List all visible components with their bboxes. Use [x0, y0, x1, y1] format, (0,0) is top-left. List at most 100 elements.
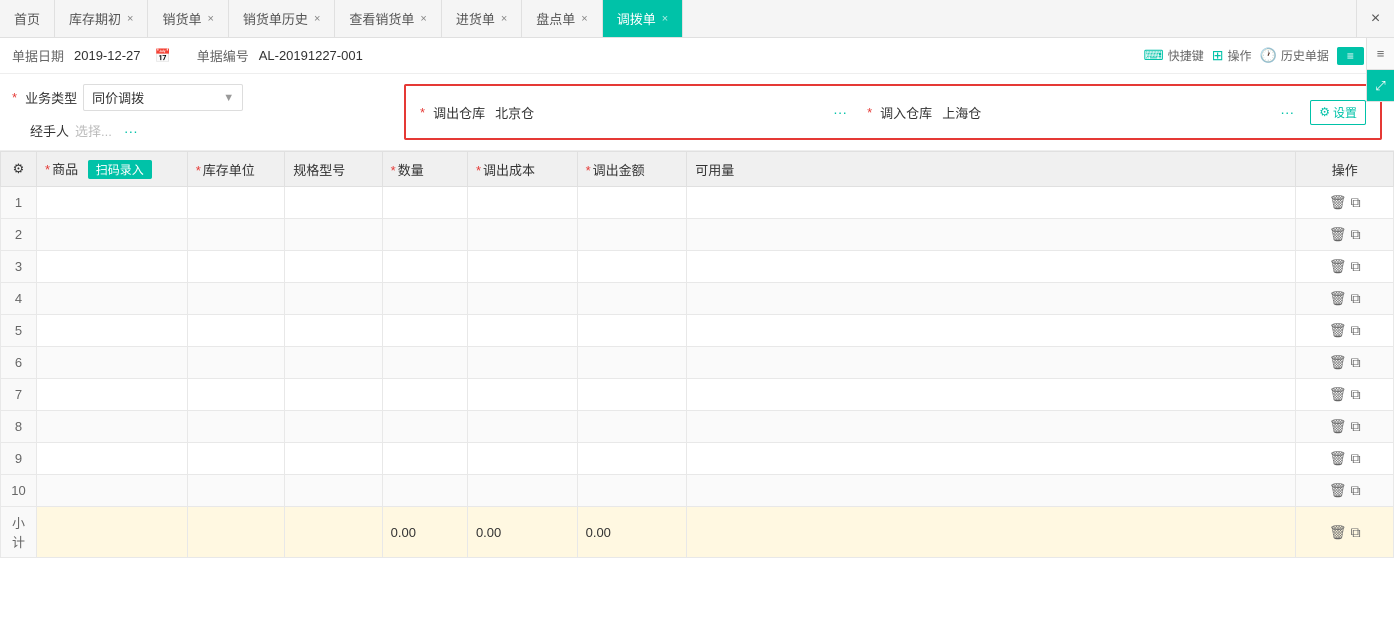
shortcuts-button[interactable]: ⌨ 快捷键	[1143, 47, 1203, 64]
sidebar-list-icon[interactable]: ≡	[1367, 38, 1394, 70]
tab-transfer[interactable]: 调拨单×	[603, 0, 683, 37]
tab-close-purchase-order[interactable]: ×	[501, 13, 507, 25]
amount-cell-8	[577, 411, 687, 443]
history-label: 历史单据	[1281, 47, 1329, 64]
warehouse-out-label: 调出仓库	[433, 103, 485, 122]
settings-button[interactable]: ⚙ 设置	[1310, 100, 1366, 125]
column-settings-icon[interactable]: ⚙	[13, 161, 25, 176]
goods-cell-1[interactable]	[37, 187, 188, 219]
scan-button[interactable]: 扫码录入	[88, 160, 152, 179]
delete-row-button-4[interactable]: 🗑	[1329, 290, 1347, 307]
amount-column-header: *调出金额	[577, 152, 687, 187]
copy-row-button-10[interactable]: ⧉	[1351, 482, 1361, 499]
delete-row-button-3[interactable]: 🗑	[1329, 258, 1347, 275]
copy-row-button-7[interactable]: ⧉	[1351, 386, 1361, 403]
unit-cell-5	[187, 315, 284, 347]
tab-close-stocktake[interactable]: ×	[581, 13, 587, 25]
copy-row-button-4[interactable]: ⧉	[1351, 290, 1361, 307]
amount-cell-1	[577, 187, 687, 219]
available-cell-1	[687, 187, 1296, 219]
delete-row-button-2[interactable]: 🗑	[1329, 226, 1347, 243]
amount-cell-10	[577, 475, 687, 507]
shortcuts-icon: ⌨	[1143, 47, 1163, 64]
tab-close-transfer[interactable]: ×	[662, 13, 668, 25]
unit-cell-11	[187, 507, 284, 558]
warehouse-out-more-icon[interactable]: ···	[833, 104, 847, 120]
tab-sales-order[interactable]: 销货单×	[148, 0, 228, 37]
tab-purchase-order[interactable]: 进货单×	[442, 0, 522, 37]
delete-row-button-1[interactable]: 🗑	[1329, 194, 1347, 211]
business-type-select[interactable]: 同价调拨 ▼	[83, 84, 243, 111]
copy-row-button-6[interactable]: ⧉	[1351, 354, 1361, 371]
goods-cell-9[interactable]	[37, 443, 188, 475]
copy-row-button-2[interactable]: ⧉	[1351, 226, 1361, 243]
tab-home[interactable]: 首页	[0, 0, 55, 37]
tab-close-view-sales[interactable]: ×	[420, 13, 426, 25]
tab-initial-stock[interactable]: 库存期初×	[55, 0, 148, 37]
table-header-row: ⚙ *商品 扫码录入 *库存单位 规格型号 *数量 *调出成本 *调出金额	[1, 152, 1394, 187]
calendar-icon[interactable]: 📅	[155, 48, 171, 64]
cost-cell-5	[467, 315, 577, 347]
copy-row-button-8[interactable]: ⧉	[1351, 418, 1361, 435]
delete-row-button-9[interactable]: 🗑	[1329, 450, 1347, 467]
available-cell-8	[687, 411, 1296, 443]
table-row: 3🗑⧉	[1, 251, 1394, 283]
operations-button[interactable]: ⊞ 操作	[1212, 47, 1252, 64]
sidebar-expand-icon[interactable]: ⤢	[1367, 70, 1394, 102]
delete-row-button-5[interactable]: 🗑	[1329, 322, 1347, 339]
delete-row-button-6[interactable]: 🗑	[1329, 354, 1347, 371]
shortcuts-label: 快捷键	[1168, 47, 1204, 64]
spec-cell-5	[285, 315, 382, 347]
row-number-4: 4	[1, 283, 37, 315]
delete-row-button-7[interactable]: 🗑	[1329, 386, 1347, 403]
goods-cell-4[interactable]	[37, 283, 188, 315]
tab-stocktake[interactable]: 盘点单×	[522, 0, 602, 37]
delete-row-button-10[interactable]: 🗑	[1329, 482, 1347, 499]
unit-cell-2	[187, 219, 284, 251]
copy-row-button-3[interactable]: ⧉	[1351, 258, 1361, 275]
tab-close-sales-order[interactable]: ×	[207, 13, 213, 25]
available-cell-5	[687, 315, 1296, 347]
history-button[interactable]: 🕐 历史单据	[1259, 47, 1328, 64]
warehouse-in-value[interactable]: 上海仓	[942, 103, 981, 122]
goods-cell-2[interactable]	[37, 219, 188, 251]
copy-row-button-11[interactable]: ⧉	[1351, 524, 1361, 541]
list-view-button[interactable]: ≡	[1337, 47, 1364, 65]
table-row: 1🗑⧉	[1, 187, 1394, 219]
unit-cell-6	[187, 347, 284, 379]
warehouse-in-more-icon[interactable]: ···	[1280, 104, 1294, 120]
tab-close-sales-history[interactable]: ×	[314, 13, 320, 25]
goods-cell-8[interactable]	[37, 411, 188, 443]
goods-cell-6[interactable]	[37, 347, 188, 379]
delete-row-button-8[interactable]: 🗑	[1329, 418, 1347, 435]
copy-row-button-9[interactable]: ⧉	[1351, 450, 1361, 467]
unit-cell-10	[187, 475, 284, 507]
handler-more-icon[interactable]: ···	[124, 123, 138, 139]
settings-column-header[interactable]: ⚙	[1, 152, 37, 187]
copy-row-button-5[interactable]: ⧉	[1351, 322, 1361, 339]
tab-sales-history[interactable]: 销货单历史×	[229, 0, 335, 37]
handler-input[interactable]: 选择...	[75, 121, 112, 140]
delete-row-button-11[interactable]: 🗑	[1329, 524, 1347, 541]
close-window-button[interactable]: ×	[1356, 0, 1394, 38]
goods-cell-11	[37, 507, 188, 558]
row-number-2: 2	[1, 219, 37, 251]
goods-cell-3[interactable]	[37, 251, 188, 283]
qty-column-header: *数量	[382, 152, 467, 187]
cost-cell-1	[467, 187, 577, 219]
ops-cell-2: 🗑⧉	[1296, 219, 1394, 251]
amount-cell-9	[577, 443, 687, 475]
goods-cell-5[interactable]	[37, 315, 188, 347]
goods-cell-10[interactable]	[37, 475, 188, 507]
spec-column-header: 规格型号	[285, 152, 382, 187]
warehouse-out-value[interactable]: 北京仓	[495, 103, 534, 122]
spec-cell-10	[285, 475, 382, 507]
unit-cell-1	[187, 187, 284, 219]
settings-gear-icon: ⚙	[1319, 105, 1330, 119]
copy-row-button-1[interactable]: ⧉	[1351, 194, 1361, 211]
goods-cell-7[interactable]	[37, 379, 188, 411]
tab-view-sales[interactable]: 查看销货单×	[335, 0, 441, 37]
spec-cell-1	[285, 187, 382, 219]
date-value: 2019-12-27	[74, 48, 141, 63]
tab-close-initial-stock[interactable]: ×	[127, 13, 133, 25]
